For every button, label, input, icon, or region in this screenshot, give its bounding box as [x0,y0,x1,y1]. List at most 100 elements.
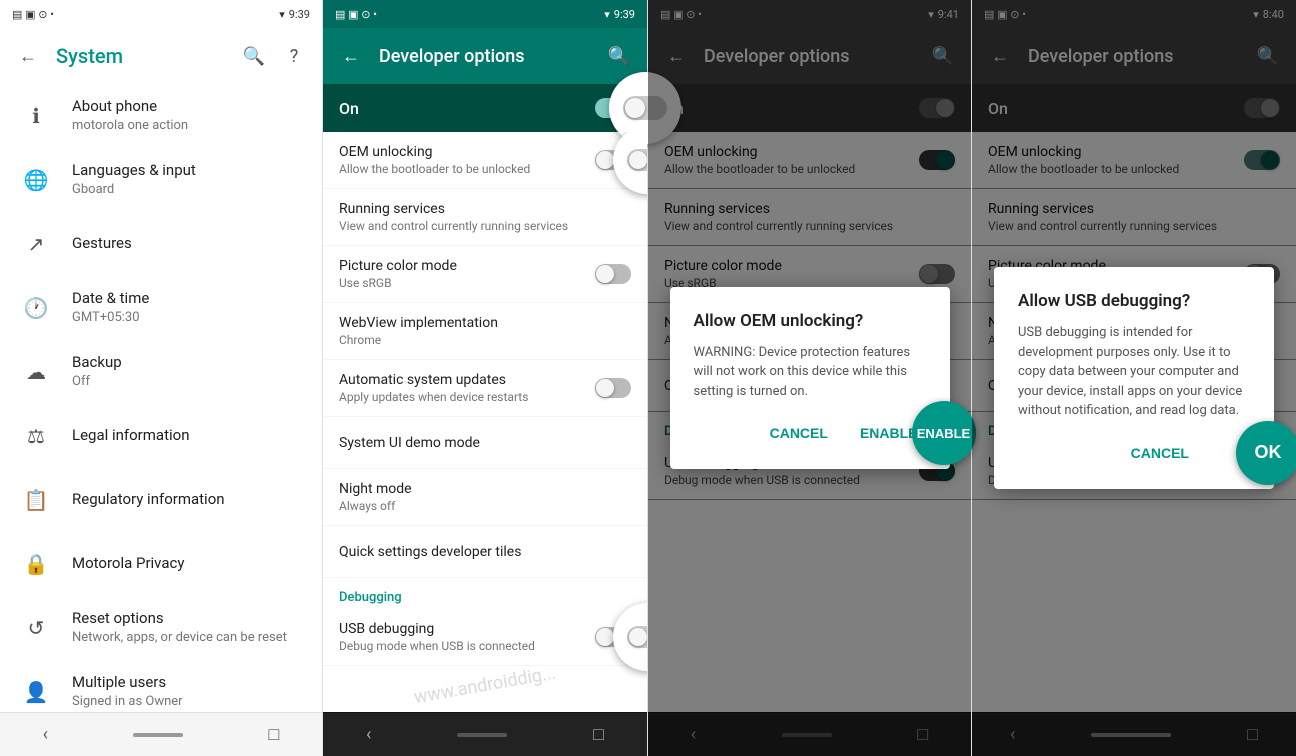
autoupdate-sub: Apply updates when device restarts [339,390,528,404]
languages-title: Languages & input [72,161,306,181]
gestures-title: Gestures [72,234,306,254]
back-icon-1[interactable]: ← [16,44,40,68]
oem-dialog: Allow OEM unlocking? WARNING: Device pro… [670,287,950,470]
toolbar-2: ← Developer options 🔍 [323,28,647,84]
settings-item-languages[interactable]: 🌐 Languages & input Gboard [0,148,322,212]
dev-settings-list-2: OEM unlocking Allow the bootloader to be… [323,132,647,712]
regulatory-text: Regulatory information [72,490,306,510]
recents-nav-1[interactable]: □ [268,724,279,745]
languages-icon: 🌐 [16,160,56,200]
datetime-text: Date & time GMT+05:30 [72,289,306,326]
time-2: 9:39 [614,8,635,21]
oem-dialog-buttons: Cancel Enable Enable [694,421,926,445]
dev-item-night[interactable]: Night mode Always off [323,469,647,526]
enable-circle: Enable [912,401,976,465]
usb-cancel-button[interactable]: Cancel [1123,441,1197,465]
dev-item-picture[interactable]: Picture color mode Use sRGB [323,246,647,303]
languages-text: Languages & input Gboard [72,161,306,198]
settings-item-legal[interactable]: ⚖ Legal information [0,404,322,468]
autoupdate-toggle[interactable] [595,378,631,398]
settings-item-reset[interactable]: ↺ Reset options Network, apps, or device… [0,596,322,660]
home-indicator-1[interactable] [133,733,183,737]
oem-dialog-title: Allow OEM unlocking? [694,311,926,331]
back-nav-2[interactable]: ‹ [366,724,371,745]
settings-item-gestures[interactable]: ↗ Gestures [0,212,322,276]
picture-title: Picture color mode [339,258,457,274]
dev-item-ui-demo[interactable]: System UI demo mode [323,417,647,469]
time-1: 9:39 [289,8,310,21]
usb-dialog-body: USB debugging is intended for developmen… [1018,323,1250,421]
running-sub: View and control currently running servi… [339,219,631,233]
autoupdate-text: Automatic system updates Apply updates w… [339,372,528,404]
quicksettings-title: Quick settings developer tiles [339,544,631,560]
oem-toggle-thumb [596,151,614,169]
settings-item-about[interactable]: ℹ About phone motorola one action [0,84,322,148]
dialog-overlay-usb: Allow USB debugging? USB debugging is in… [972,0,1296,756]
settings-list: ℹ About phone motorola one action 🌐 Lang… [0,84,322,712]
dev-item-oem[interactable]: OEM unlocking Allow the bootloader to be… [323,132,647,189]
ok-circle-label: OK [1255,442,1282,463]
dev-item-webview[interactable]: WebView implementation Chrome [323,303,647,360]
picture-toggle[interactable] [595,264,631,284]
settings-item-regulatory[interactable]: 📋 Regulatory information [0,468,322,532]
wifi-icon: ▾ [279,8,285,21]
privacy-icon: 🔒 [16,544,56,584]
status-icons-left: ▤ ▣ ⊙ • [12,8,54,21]
status-bar-1: ▤ ▣ ⊙ • ▾ 9:39 [0,0,322,28]
oem-large-toggle[interactable] [627,149,647,171]
enable-circle-label: Enable [917,426,970,441]
settings-item-privacy[interactable]: 🔒 Motorola Privacy [0,532,322,596]
back-icon-2[interactable]: ← [339,44,363,68]
usb-dialog-title: Allow USB debugging? [1018,291,1250,311]
nav-bar-1: ‹ □ [0,712,322,756]
usb-ok-button[interactable]: OK OK [1213,441,1250,465]
usb-circle [613,603,647,671]
developer-title-2: Developer options [379,46,525,67]
oem-cancel-button[interactable]: Cancel [762,421,836,445]
search-icon-2[interactable]: 🔍 [607,44,631,68]
dev-item-oem-row: OEM unlocking Allow the bootloader to be… [339,144,631,176]
dev-item-quicksettings[interactable]: Quick settings developer tiles [323,526,647,578]
picture-text: Picture color mode Use sRGB [339,258,457,290]
autoupdate-title: Automatic system updates [339,372,528,388]
dev-item-usb[interactable]: USB debugging Debug mode when USB is con… [323,609,647,666]
night-sub: Always off [339,499,631,513]
about-text: About phone motorola one action [72,97,306,134]
gestures-icon: ↗ [16,224,56,264]
system-title: System [56,44,123,68]
panel-oem-dialog: ▤ ▣ ⊙ • ▾ 9:41 ← Developer options 🔍 On … [648,0,972,756]
backup-text: Backup Off [72,353,306,390]
privacy-title: Motorola Privacy [72,554,306,574]
reset-title: Reset options [72,609,306,629]
users-title: Multiple users [72,673,306,693]
usb-circle-container [613,603,647,671]
enable-label: Enable [860,425,918,441]
picture-row: Picture color mode Use sRGB [339,258,631,290]
datetime-icon: 🕐 [16,288,56,328]
wifi-icon-2: ▾ [604,8,610,21]
usb-dialog-buttons: Cancel OK OK [1018,441,1250,465]
gestures-text: Gestures [72,234,306,254]
oem-large-toggle-thumb [629,151,647,169]
usb-large-toggle[interactable] [627,626,647,648]
settings-item-backup[interactable]: ☁ Backup Off [0,340,322,404]
languages-sub: Gboard [72,182,306,199]
backup-icon: ☁ [16,352,56,392]
dev-item-running[interactable]: Running services View and control curren… [323,189,647,246]
status-icons-left-2: ▤ ▣ ⊙ • [335,8,377,21]
running-title: Running services [339,201,631,217]
settings-item-users[interactable]: 👤 Multiple users Signed in as Owner [0,660,322,712]
settings-item-datetime[interactable]: 🕐 Date & time GMT+05:30 [0,276,322,340]
ui-demo-title: System UI demo mode [339,435,631,451]
oem-enable-button[interactable]: Enable Enable [852,421,926,445]
datetime-sub: GMT+05:30 [72,310,306,327]
home-indicator-2[interactable] [457,733,507,737]
back-nav-1[interactable]: ‹ [43,724,48,745]
usb-row: USB debugging Debug mode when USB is con… [339,621,631,653]
help-icon-1[interactable]: ? [282,44,306,68]
dev-item-autoupdate[interactable]: Automatic system updates Apply updates w… [323,360,647,417]
debugging-label-2: Debugging [323,578,647,609]
recents-nav-2[interactable]: □ [593,724,604,745]
search-icon-1[interactable]: 🔍 [242,44,266,68]
legal-text: Legal information [72,426,306,446]
